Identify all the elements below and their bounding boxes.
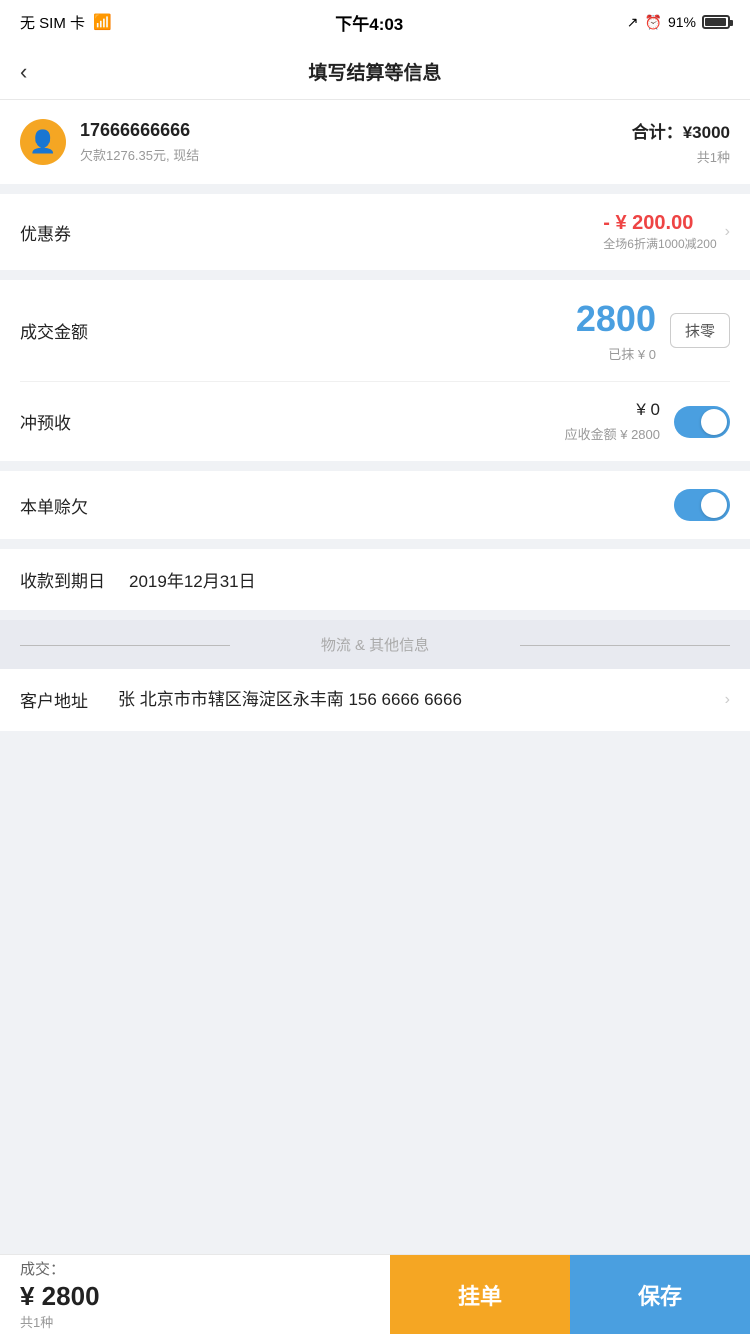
avatar-icon: 👤 [29, 129, 56, 155]
no-sim-text: 无 SIM 卡 [20, 12, 85, 33]
prepay-amount-col: ¥ 0 应收金额 ¥ 2800 [565, 400, 660, 443]
customer-phone: 17666666666 [80, 120, 199, 141]
customer-left: 👤 17666666666 欠款1276.35元, 现结 [20, 119, 199, 165]
address-label: 客户地址 [20, 687, 88, 712]
status-time: 下午4:03 [335, 10, 403, 35]
deal-label: 成交金额 [20, 318, 88, 343]
status-right: ↗ ⏰ 91% [627, 14, 730, 31]
wifi-icon: 📶 [93, 13, 112, 31]
round-zero-button[interactable]: 抹零 [670, 313, 730, 348]
coupon-label: 优惠券 [20, 220, 71, 245]
divider-text: 物流 & 其他信息 [321, 637, 429, 654]
logistics-divider: 物流 & 其他信息 [0, 620, 750, 669]
nav-bar: ‹ 填写结算等信息 [0, 44, 750, 100]
coupon-right: - ¥ 200.00 全场6折满1000减200 › [603, 212, 730, 252]
deferred-row: 本单赊欠 [0, 471, 750, 539]
address-row[interactable]: 客户地址 张 北京市市辖区海淀区永丰南 156 6666 6666 › [0, 669, 750, 731]
address-value: 张 北京市市辖区海淀区永丰南 156 6666 6666 [98, 687, 715, 713]
address-chevron: › [725, 691, 730, 709]
back-icon: ‹ [20, 59, 27, 85]
deal-amount-row: 成交金额 2800 已抹 ¥ 0 抹零 [20, 280, 730, 382]
back-button[interactable]: ‹ [20, 59, 27, 85]
deal-section: 成交金额 2800 已抹 ¥ 0 抹零 冲预收 ¥ 0 应收金额 ¥ 2800 [0, 280, 750, 461]
status-left: 无 SIM 卡 📶 [20, 12, 112, 33]
battery-icon [702, 15, 730, 29]
gray-spacer [0, 731, 750, 851]
status-bar: 无 SIM 卡 📶 下午4:03 ↗ ⏰ 91% [0, 0, 750, 44]
prepay-amount: ¥ 0 [565, 400, 660, 420]
customer-sub: 欠款1276.35元, 现结 [80, 145, 199, 164]
hang-order-button[interactable]: 挂单 [390, 1255, 570, 1334]
coupon-chevron: › [725, 223, 730, 241]
coupon-row[interactable]: 优惠券 - ¥ 200.00 全场6折满1000减200 › [0, 194, 750, 270]
deal-right: 2800 已抹 ¥ 0 抹零 [576, 298, 730, 363]
battery-text: 91% [668, 14, 696, 30]
customer-info: 17666666666 欠款1276.35元, 现结 [80, 120, 199, 164]
duedate-row: 收款到期日 2019年12月31日 [0, 549, 750, 610]
coupon-sub: 全场6折满1000减200 [603, 235, 716, 252]
bottom-bar: 成交： ¥ 2800 共1种 挂单 保存 [0, 1254, 750, 1334]
alarm-icon: ⏰ [645, 14, 662, 31]
avatar: 👤 [20, 119, 66, 165]
duedate-value: 2019年12月31日 [129, 567, 256, 592]
customer-right: 合计：¥3000 共1种 [632, 118, 730, 166]
bottom-summary-label: 成交： [20, 1258, 370, 1279]
prepay-sub: 应收金额 ¥ 2800 [565, 424, 660, 443]
prepayment-row: 冲预收 ¥ 0 应收金额 ¥ 2800 [20, 382, 730, 461]
deferred-label: 本单赊欠 [20, 493, 88, 518]
duedate-label: 收款到期日 [20, 567, 105, 592]
bottom-left: 成交： ¥ 2800 共1种 [0, 1258, 390, 1331]
bottom-count: 共1种 [20, 1312, 370, 1331]
customer-total: 合计：¥3000 [632, 118, 730, 143]
deal-amount-value: 2800 [576, 298, 656, 340]
bottom-amount: ¥ 2800 [20, 1281, 370, 1312]
deal-sub: 已抹 ¥ 0 [576, 344, 656, 363]
coupon-amount: - ¥ 200.00 [603, 212, 716, 235]
prepay-right: ¥ 0 应收金额 ¥ 2800 [565, 400, 730, 443]
customer-card: 👤 17666666666 欠款1276.35元, 现结 合计：¥3000 共1… [0, 100, 750, 184]
deal-amount-col: 2800 已抹 ¥ 0 [576, 298, 656, 363]
deferred-toggle[interactable] [674, 489, 730, 521]
customer-count: 共1种 [632, 147, 730, 166]
content: 👤 17666666666 欠款1276.35元, 现结 合计：¥3000 共1… [0, 100, 750, 851]
prepayment-toggle[interactable] [674, 406, 730, 438]
prepayment-label: 冲预收 [20, 409, 71, 434]
page-title: 填写结算等信息 [308, 58, 441, 85]
location-icon: ↗ [627, 14, 639, 31]
save-button[interactable]: 保存 [570, 1255, 750, 1334]
